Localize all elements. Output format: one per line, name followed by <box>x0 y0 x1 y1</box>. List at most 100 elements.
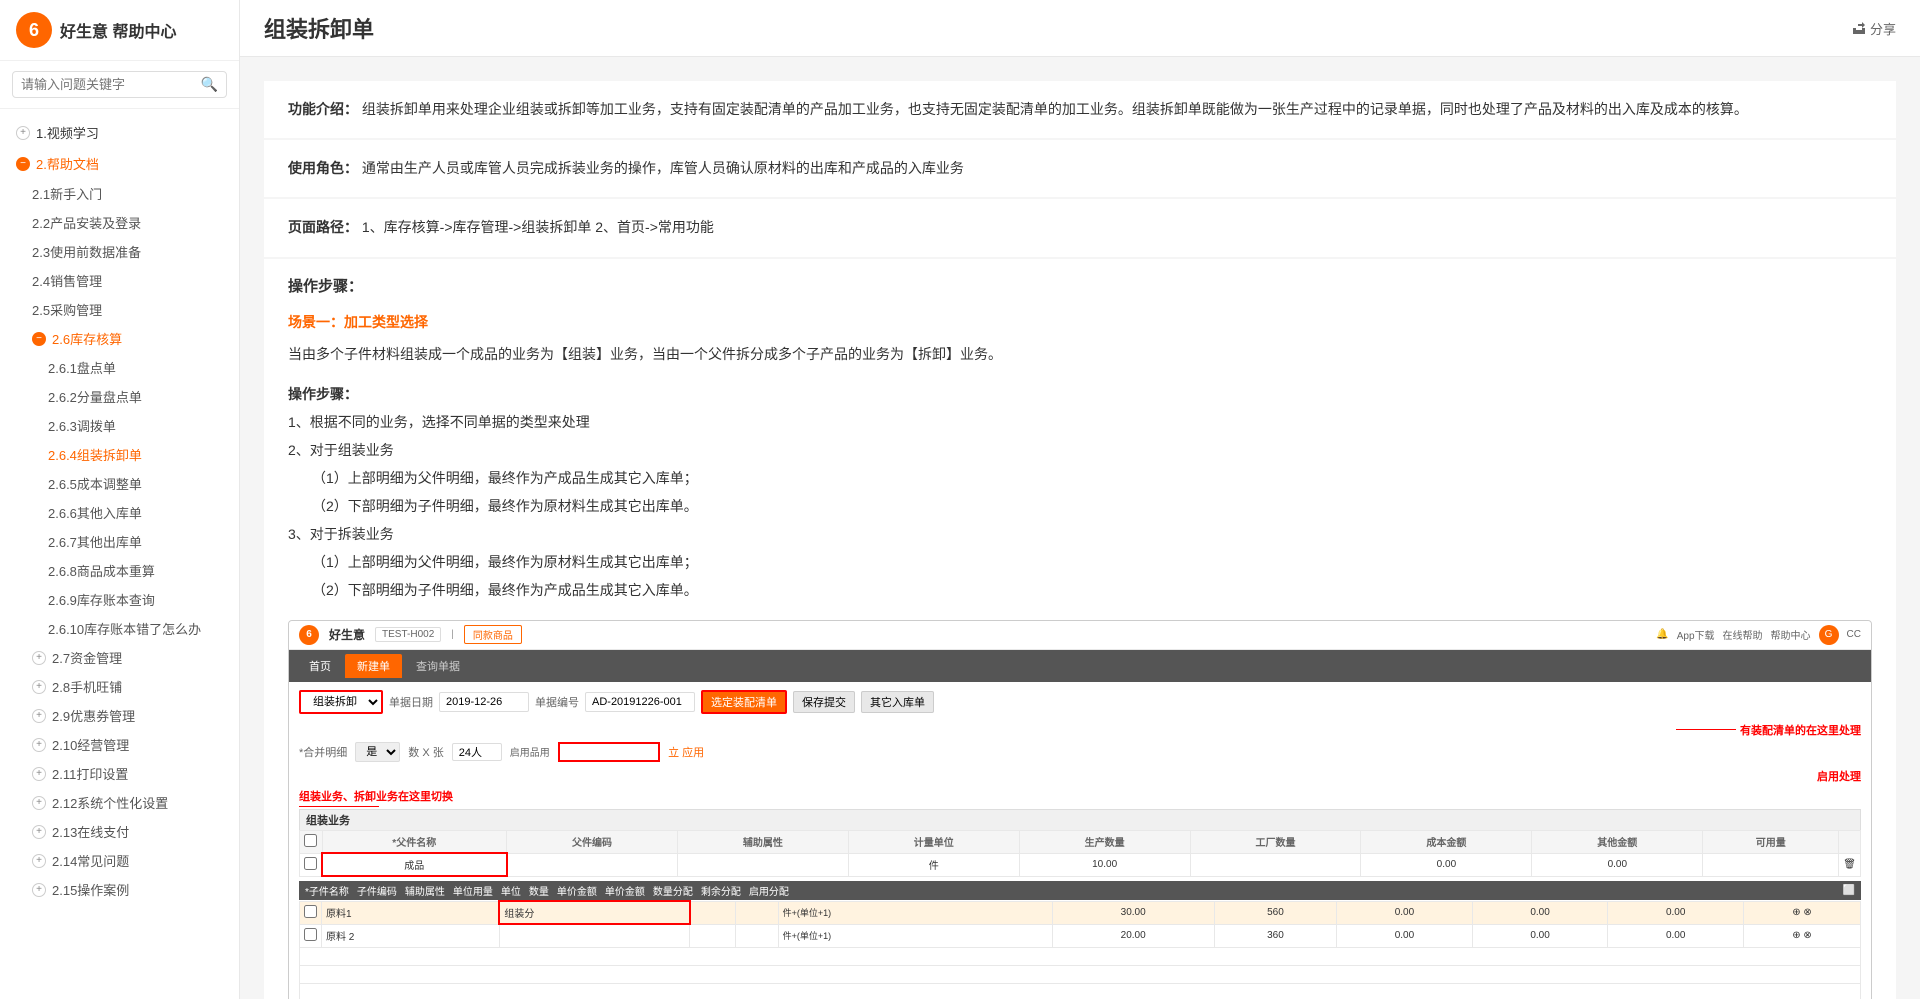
bth-label-1: *子件名称 <box>305 883 349 898</box>
btd-ops-2[interactable]: ⊕ ⊗ <box>1743 924 1860 947</box>
sidebar-item-coupon[interactable]: + 2.9优惠券管理 <box>0 701 239 730</box>
sidebar-item-sales[interactable]: 2.4销售管理 <box>0 266 239 295</box>
role-block: 使用角色： 通常由生产人员或库管人员完成拆装业务的操作，库管人员确认原材料的出库… <box>264 140 1896 197</box>
sidebar-item-assembly[interactable]: 2.6.4组装拆卸单 <box>0 440 239 469</box>
brand-name: 好生意 帮助中心 <box>60 18 176 42</box>
merge-row: *合并明细 是否 数 X 张 启用品用 立 应用 <box>299 742 1861 762</box>
btd-cb-2 <box>300 924 322 947</box>
sidebar-item-partial-stocktake[interactable]: 2.6.2分量盘点单 <box>0 382 239 411</box>
apply-btn-label: 启用品用 <box>510 744 550 759</box>
sidebar-item-cost-adj[interactable]: 2.6.5成本调整单 <box>0 469 239 498</box>
btd-child-code-1: 组装分 <box>499 901 690 924</box>
sidebar-item-video[interactable]: + 1.视频学习 <box>0 117 239 148</box>
steps-title: 操作步骤： <box>288 380 1872 408</box>
sidebar-item-payment[interactable]: + 2.13在线支付 <box>0 817 239 846</box>
sidebar-item-transfer[interactable]: 2.6.3调拨单 <box>0 411 239 440</box>
bth-label-7: 单价金额 <box>557 883 597 898</box>
btd-remain-1: 0.00 <box>1472 901 1608 924</box>
date-input[interactable] <box>439 692 529 712</box>
sidebar-item-install[interactable]: 2.2产品安装及登录 <box>0 208 239 237</box>
type-select[interactable]: 组装拆卸 组装 拆卸 <box>299 690 383 714</box>
select-all-top[interactable] <box>304 834 317 847</box>
th-parent-name: *父件名称 <box>322 830 507 853</box>
sidebar-item-inv-ledger[interactable]: 2.6.9库存账本查询 <box>0 585 239 614</box>
td-avail <box>1703 853 1839 876</box>
step3-1: （1）上部明细为父件明细，最终作为原材料生成其它出库单； <box>288 548 1872 576</box>
sidebar-item-docs[interactable]: − 2.帮助文档 <box>0 148 239 179</box>
app-nav-query[interactable]: 查询单据 <box>404 654 472 678</box>
search-wrap[interactable]: 🔍 <box>12 71 227 98</box>
btd-empty-5 <box>300 983 1861 999</box>
th-factory-qty: 工厂数量 <box>1190 830 1361 853</box>
app-brand: 好生意 <box>329 626 365 643</box>
sidebar-item-custom[interactable]: + 2.12系统个性化设置 <box>0 788 239 817</box>
sidebar-item-print[interactable]: + 2.11打印设置 <box>0 759 239 788</box>
btd-cb-1[interactable] <box>304 905 317 918</box>
sidebar-item-cases[interactable]: + 2.15操作案例 <box>0 875 239 904</box>
app-header-right: 🔔 App下载 在线帮助 帮助中心 G CC <box>1656 625 1861 645</box>
search-input[interactable] <box>21 77 201 92</box>
qty-label: 数 X 张 <box>408 744 443 760</box>
sidebar-item-mobile[interactable]: + 2.8手机旺铺 <box>0 672 239 701</box>
assembly-confirm-btn[interactable]: 选定装配清单 <box>701 690 787 714</box>
app-username: CC <box>1847 629 1861 640</box>
collapse-icon: − <box>16 157 30 171</box>
sidebar-item-inv-error[interactable]: 2.6.10库存账本错了怎么办 <box>0 614 239 643</box>
expand-faq-icon: + <box>32 854 46 868</box>
bottom-table-header-bar: *子件名称 子件编码 辅助属性 单位用量 单位 数量 单价金额 单价金额 数量分… <box>299 881 1861 900</box>
merge-select[interactable]: 是否 <box>355 742 400 762</box>
bth-label-5: 单位 <box>501 883 521 898</box>
doc-no-input[interactable] <box>585 692 695 712</box>
th-unit: 计量单位 <box>848 830 1019 853</box>
path-block: 页面路径： 1、库存核算->库存管理->组装拆卸单 2、首页->常用功能 <box>264 199 1896 256</box>
qty-input[interactable] <box>452 743 502 761</box>
sidebar-item-ops[interactable]: + 2.10经营管理 <box>0 730 239 759</box>
td-cb <box>300 853 323 876</box>
share-button[interactable]: 分享 <box>1852 19 1896 38</box>
sidebar-item-data-prep[interactable]: 2.3使用前数据准备 <box>0 237 239 266</box>
annotation-text-3: 启用处理 <box>1817 768 1861 784</box>
sidebar-item-faq[interactable]: + 2.14常见问题 <box>0 846 239 875</box>
ops-title: 操作步骤： <box>288 275 1872 296</box>
step2-2: （2）下部明细为子件明细，最终作为原材料生成其它出库单。 <box>288 492 1872 520</box>
btd-alloc-2: 0.00 <box>1337 924 1473 947</box>
sidebar-item-other-out[interactable]: 2.6.7其他出库单 <box>0 527 239 556</box>
app-nav-home[interactable]: 首页 <box>297 654 343 678</box>
close-btn[interactable]: 其它入库单 <box>861 691 934 713</box>
content-area: 功能介绍： 组装拆卸单用来处理企业组装或拆卸等加工业务，支持有固定装配清单的产品… <box>240 57 1920 999</box>
sidebar-item-finance[interactable]: + 2.7资金管理 <box>0 643 239 672</box>
bth-label-2: 子件编码 <box>357 883 397 898</box>
btd-ops-1[interactable]: ⊕ ⊗ <box>1743 901 1860 924</box>
expand-payment-icon: + <box>32 825 46 839</box>
search-icon[interactable]: 🔍 <box>201 76 218 93</box>
expand-print-icon: + <box>32 767 46 781</box>
btd-attr-2 <box>690 924 735 947</box>
top-table-wrap: 组装业务 *父件名称 父件编码 辅助属性 计量单位 生产 <box>299 809 1861 878</box>
sidebar-item-stocktake[interactable]: 2.6.1盘点单 <box>0 353 239 382</box>
logo-icon: 6 <box>16 12 52 48</box>
btd-child-code-2 <box>499 924 690 947</box>
sidebar-item-purchase[interactable]: 2.5采购管理 <box>0 295 239 324</box>
apply-action[interactable]: 立 应用 <box>668 744 704 760</box>
btd-empty-3 <box>300 947 1861 965</box>
bth-label-3: 辅助属性 <box>405 883 445 898</box>
th-avail: 可用量 <box>1703 830 1839 853</box>
save-submit-btn[interactable]: 保存提交 <box>793 691 855 713</box>
app-highlight-btn[interactable]: 同款商品 <box>464 625 522 644</box>
sidebar-item-cost-recalc[interactable]: 2.6.8商品成本重算 <box>0 556 239 585</box>
apply-input[interactable] <box>558 742 660 762</box>
btd-cb-2-inp[interactable] <box>304 928 317 941</box>
td-del[interactable]: 🗑 <box>1839 853 1861 876</box>
app-nav-new[interactable]: 新建单 <box>345 654 402 678</box>
sidebar-item-inventory[interactable]: − 2.6库存核算 <box>0 324 239 353</box>
th-attr: 辅助属性 <box>677 830 848 853</box>
bth-expand[interactable]: ⬜ <box>1843 885 1855 896</box>
btd-qty-1: 件+(单位+1) <box>778 901 1052 924</box>
app-test-id: TEST-H002 <box>375 627 441 642</box>
row-checkbox-1[interactable] <box>304 857 317 870</box>
sidebar-item-newbie[interactable]: 2.1新手入门 <box>0 179 239 208</box>
sidebar-item-other-in[interactable]: 2.6.6其他入库单 <box>0 498 239 527</box>
th-produce-qty: 生产数量 <box>1019 830 1190 853</box>
btd-unit-usage-1 <box>735 901 778 924</box>
page-title: 组装拆卸单 <box>264 12 374 44</box>
